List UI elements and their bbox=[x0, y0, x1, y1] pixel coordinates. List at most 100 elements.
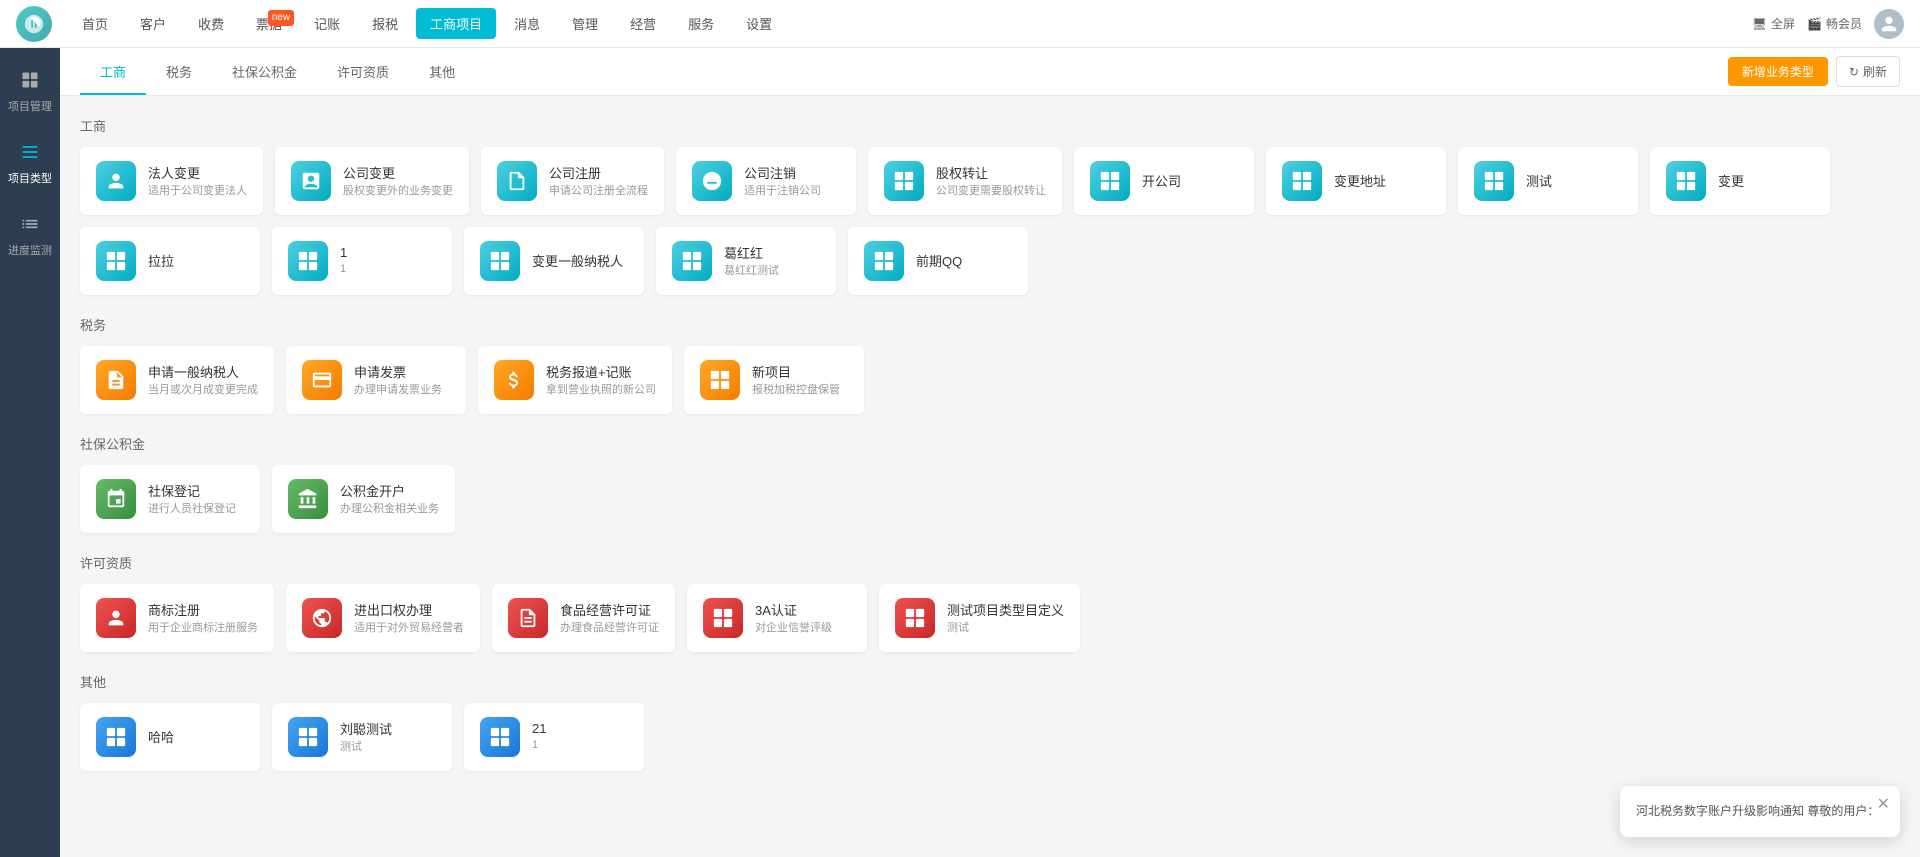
card-title: 社保登记 bbox=[148, 481, 236, 500]
gongjijin-icon bbox=[288, 479, 328, 519]
nav-service[interactable]: 服务 bbox=[674, 8, 728, 39]
baodao-icon bbox=[494, 360, 534, 400]
tab-right-actions: 新增业务类型 ↻ 刷新 bbox=[1728, 56, 1900, 95]
card-shangbiao-zhuce[interactable]: 商标注册 用于企业商标注册服务 bbox=[80, 584, 274, 652]
card-lala[interactable]: 拉拉 bbox=[80, 227, 260, 295]
card-text: 前期QQ bbox=[916, 251, 962, 272]
card-gehonghong[interactable]: 葛红红 葛红红测试 bbox=[656, 227, 836, 295]
progress-icon bbox=[16, 210, 44, 238]
card-title: 前期QQ bbox=[916, 251, 962, 270]
card-gongsi-biangeng[interactable]: 公司变更 股权变更外的业务变更 bbox=[275, 147, 469, 215]
card-shenqing-fapiao[interactable]: 申请发票 办理申请发票业务 bbox=[286, 346, 466, 414]
new-badge: new bbox=[268, 10, 294, 26]
project-manage-icon bbox=[16, 66, 44, 94]
fullscreen-btn[interactable]: 🖥 全屏 bbox=[1752, 15, 1795, 32]
card-gongsi-zhuce[interactable]: 公司注册 申请公司注册全流程 bbox=[481, 147, 664, 215]
card-biangeng2[interactable]: 变更 bbox=[1650, 147, 1830, 215]
one-icon bbox=[288, 241, 328, 281]
nav-ticket[interactable]: 票据 new bbox=[242, 8, 296, 39]
card-title: 公司变更 bbox=[343, 163, 453, 182]
card-shuiwu-baodao[interactable]: 税务报道+记账 拿到营业执照的新公司 bbox=[478, 346, 672, 414]
project-type-icon bbox=[16, 138, 44, 166]
member-btn[interactable]: 🎬 畅会员 bbox=[1807, 15, 1862, 32]
card-title: 申请发票 bbox=[354, 362, 442, 381]
nav-bizproject[interactable]: 工商项目 bbox=[416, 8, 496, 39]
card-guquan-zhuanrang[interactable]: 股权转让 公司变更需要股权转让 bbox=[868, 147, 1062, 215]
main-container: 项目管理 项目类型 进度监测 工商 税务 社保公积金 许可资质 其他 新增业务类… bbox=[0, 48, 1920, 857]
card-qianqi-qq[interactable]: 前期QQ bbox=[848, 227, 1028, 295]
card-text: 公司变更 股权变更外的业务变更 bbox=[343, 163, 453, 199]
card-text: 申请一般纳税人 当月或次月成变更完成 bbox=[148, 362, 258, 398]
fapiao-icon bbox=[302, 360, 342, 400]
sidebar-item-progress[interactable]: 进度监测 bbox=[0, 200, 60, 268]
nav-bookkeeping[interactable]: 记账 bbox=[300, 8, 354, 39]
nav-tax[interactable]: 报税 bbox=[358, 8, 412, 39]
tab-xuke[interactable]: 许可资质 bbox=[317, 50, 409, 95]
card-liucong-ceshi[interactable]: 刘聪测试 测试 bbox=[272, 703, 452, 771]
card-grid-xuke: 商标注册 用于企业商标注册服务 进出口权办理 适用于对外贸易经营者 bbox=[80, 584, 1900, 652]
nav-items: 首页 客户 收费 票据 new 记账 报税 工商项目 消息 管理 经营 服务 设… bbox=[68, 8, 1752, 39]
card-biangeng-dizhi[interactable]: 变更地址 bbox=[1266, 147, 1446, 215]
notification-close-button[interactable]: ✕ bbox=[1877, 794, 1890, 814]
card-ceshi-type[interactable]: 测试项目类型目定义 测试 bbox=[879, 584, 1080, 652]
renzheng-icon bbox=[703, 598, 743, 638]
nav-fee[interactable]: 收费 bbox=[184, 8, 238, 39]
card-title: 税务报道+记账 bbox=[546, 362, 656, 381]
nav-home[interactable]: 首页 bbox=[68, 8, 122, 39]
tab-shebao[interactable]: 社保公积金 bbox=[212, 50, 317, 95]
card-shebao-dengji[interactable]: 社保登记 进行人员社保登记 bbox=[80, 465, 260, 533]
card-desc: 1 bbox=[340, 262, 347, 277]
card-gongjijin-kaihu[interactable]: 公积金开户 办理公积金相关业务 bbox=[272, 465, 455, 533]
card-desc: 办理公积金相关业务 bbox=[340, 502, 439, 517]
card-text: 公积金开户 办理公积金相关业务 bbox=[340, 481, 439, 517]
avatar[interactable] bbox=[1874, 9, 1904, 39]
card-text: 21 1 bbox=[532, 721, 546, 753]
card-faren-biangeng[interactable]: 法人变更 适用于公司变更法人 bbox=[80, 147, 263, 215]
card-grid-shuiwu: 申请一般纳税人 当月或次月成变更完成 申请发票 办理申请发票业务 bbox=[80, 346, 1900, 414]
section-title-qita: 其他 bbox=[80, 672, 1900, 691]
card-shenqing-납세[interactable]: 申请一般纳税人 当月或次月成变更完成 bbox=[80, 346, 274, 414]
section-gongshang: 工商 法人变更 适用于公司变更法人 bbox=[80, 116, 1900, 295]
sidebar: 项目管理 项目类型 进度监测 bbox=[0, 48, 60, 857]
card-ceshi[interactable]: 测试 bbox=[1458, 147, 1638, 215]
card-title: 申请一般纳税人 bbox=[148, 362, 258, 381]
card-shipin-xuke[interactable]: 食品经营许可证 办理食品经营许可证 bbox=[492, 584, 675, 652]
card-biangeng-납세[interactable]: 变更一般纳税人 bbox=[464, 227, 644, 295]
card-text: 申请发票 办理申请发票业务 bbox=[354, 362, 442, 398]
card-title: 公司注册 bbox=[549, 163, 648, 182]
card-kai-gongsi[interactable]: 开公司 bbox=[1074, 147, 1254, 215]
card-desc: 测试 bbox=[340, 740, 392, 755]
tab-shuiwu[interactable]: 税务 bbox=[146, 50, 212, 95]
member-icon: 🎬 bbox=[1807, 17, 1822, 31]
sidebar-item-project-type[interactable]: 项目类型 bbox=[0, 128, 60, 196]
card-3a-renzheng[interactable]: 3A认证 对企业信誉评级 bbox=[687, 584, 867, 652]
card-title: 变更 bbox=[1718, 171, 1744, 190]
tab-gongshang[interactable]: 工商 bbox=[80, 50, 146, 95]
card-title: 21 bbox=[532, 721, 546, 736]
tab-bar: 工商 税务 社保公积金 许可资质 其他 新增业务类型 ↻ 刷新 bbox=[60, 48, 1920, 96]
card-xin-xiangmu[interactable]: 新项目 报税加税控盘保管 bbox=[684, 346, 864, 414]
card-haha[interactable]: 哈哈 bbox=[80, 703, 260, 771]
add-business-type-button[interactable]: 新增业务类型 bbox=[1728, 57, 1828, 86]
card-title: 股权转让 bbox=[936, 163, 1046, 182]
nav-message[interactable]: 消息 bbox=[500, 8, 554, 39]
refresh-button[interactable]: ↻ 刷新 bbox=[1836, 56, 1900, 87]
nav-settings[interactable]: 设置 bbox=[732, 8, 786, 39]
card-title: 食品经营许可证 bbox=[560, 600, 659, 619]
nav-client[interactable]: 客户 bbox=[126, 8, 180, 39]
qq-icon bbox=[864, 241, 904, 281]
card-gongsi-zhuxiao[interactable]: 公司注销 适用于注销公司 bbox=[676, 147, 856, 215]
sidebar-item-project-manage[interactable]: 项目管理 bbox=[0, 56, 60, 124]
card-desc: 适用于注销公司 bbox=[744, 184, 821, 199]
card-text: 3A认证 对企业信誉评级 bbox=[755, 600, 832, 636]
nav-operation[interactable]: 经营 bbox=[616, 8, 670, 39]
topnav-right: 🖥 全屏 🎬 畅会员 bbox=[1752, 9, 1904, 39]
nav-manage[interactable]: 管理 bbox=[558, 8, 612, 39]
zhuxiao-icon bbox=[692, 161, 732, 201]
card-21[interactable]: 21 1 bbox=[464, 703, 644, 771]
card-one[interactable]: 1 1 bbox=[272, 227, 452, 295]
card-title: 葛红红 bbox=[724, 243, 779, 262]
card-jinchuko[interactable]: 进出口权办理 适用于对外贸易经营者 bbox=[286, 584, 480, 652]
fullscreen-icon: 🖥 bbox=[1752, 17, 1767, 31]
tab-other[interactable]: 其他 bbox=[409, 50, 475, 95]
